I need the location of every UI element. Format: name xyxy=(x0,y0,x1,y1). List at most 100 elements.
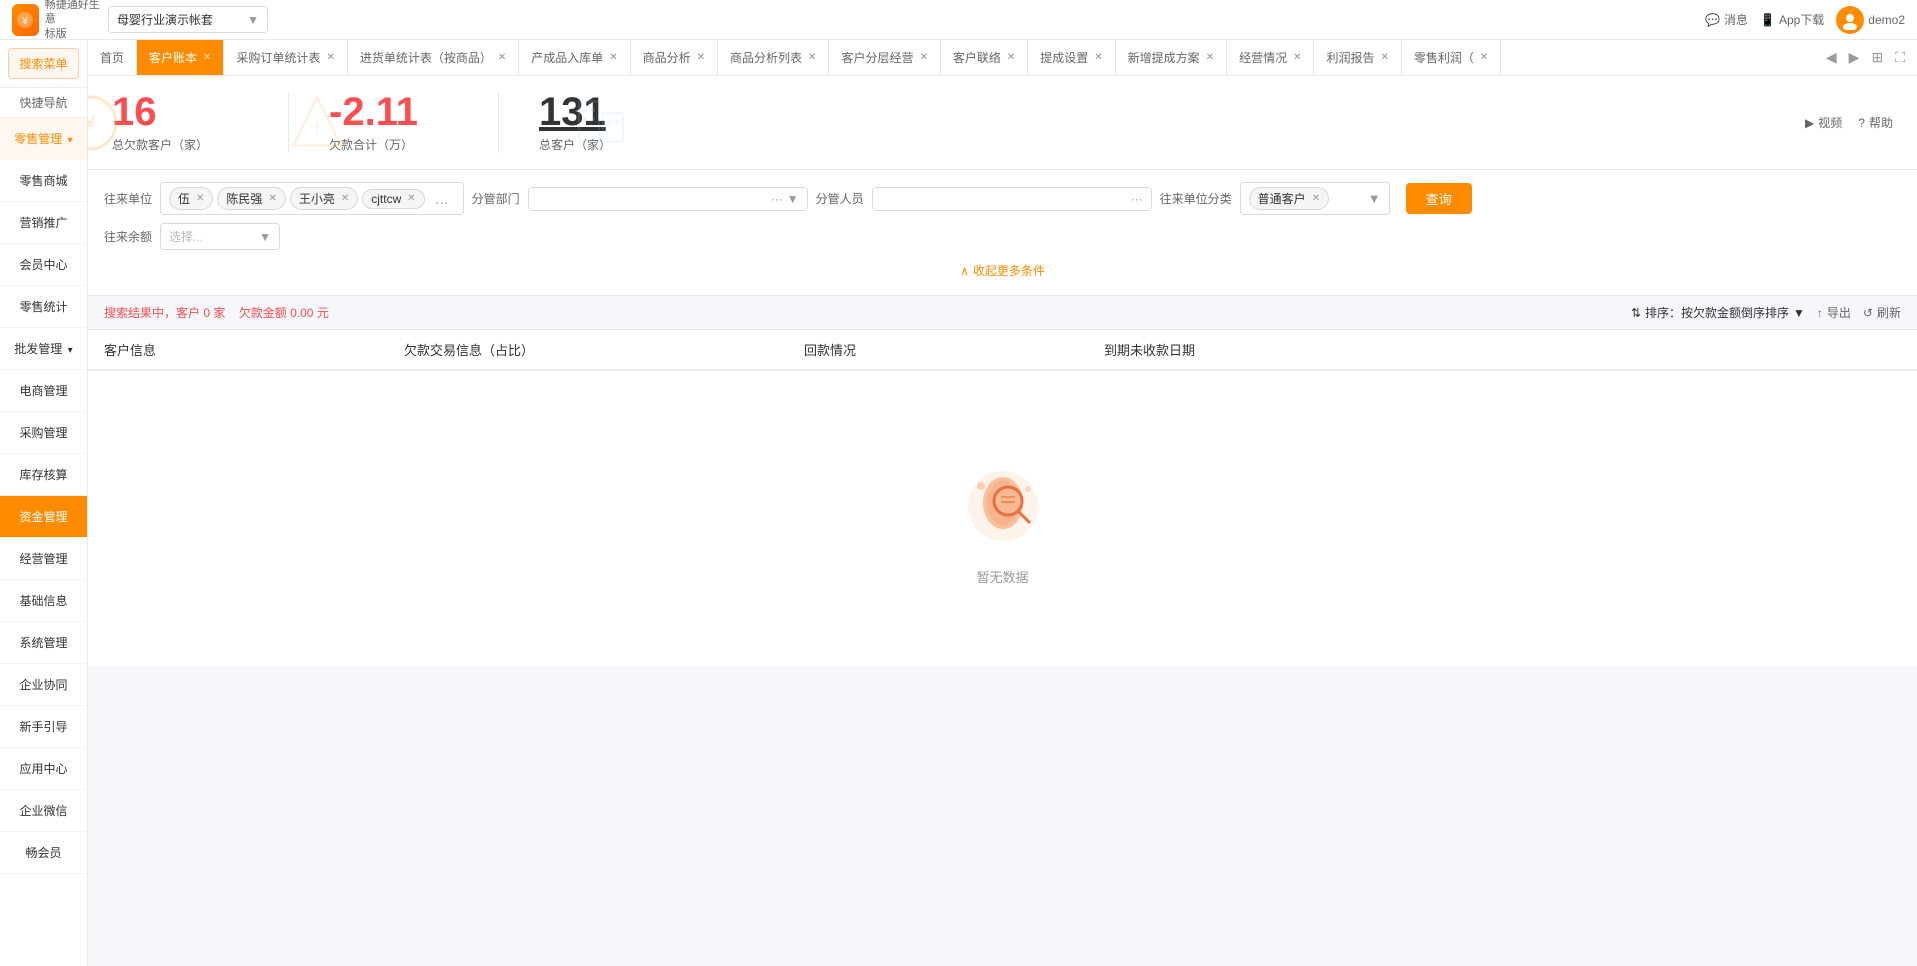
sidebar-search-area: 搜索菜单 xyxy=(0,40,87,88)
tab-promotion-settings[interactable]: 提成设置 ✕ xyxy=(1028,40,1115,76)
chevron-icon: ▾ xyxy=(68,135,73,146)
tag-close-wang[interactable]: ✕ xyxy=(341,193,349,204)
sidebar-item-wechat[interactable]: 企业微信 xyxy=(0,790,87,832)
tag-close-chen[interactable]: ✕ xyxy=(268,193,276,204)
tab-close-icon[interactable]: ✕ xyxy=(1206,52,1214,63)
category-filter-label: 往来单位分类 xyxy=(1160,190,1232,207)
tab-close-icon[interactable]: ✕ xyxy=(919,52,927,63)
stats-help-area: ▶ 视频 ? 帮助 xyxy=(1805,114,1893,131)
tab-close-icon[interactable]: ✕ xyxy=(326,52,334,63)
tab-close-icon[interactable]: ✕ xyxy=(1381,52,1389,63)
tab-customer-account[interactable]: 客户账本 ✕ xyxy=(137,40,224,76)
sidebar-item-member-center[interactable]: 会员中心 xyxy=(0,244,87,286)
tab-profit-report[interactable]: 利润报告 ✕ xyxy=(1314,40,1401,76)
export-button[interactable]: ↑ 导出 xyxy=(1817,304,1851,321)
balance-filter-select[interactable]: 选择... ▼ xyxy=(160,223,280,250)
sidebar-item-capital-mgmt[interactable]: 资金管理 xyxy=(0,496,87,538)
empty-state: 暂无数据 xyxy=(88,371,1917,666)
dept-dots[interactable]: ··· xyxy=(771,192,783,206)
table-header: 客户信息 欠款交易信息（占比） 回款情况 到期未收款日期 xyxy=(88,330,1917,371)
tab-close-icon[interactable]: ✕ xyxy=(498,52,506,63)
user-avatar-area[interactable]: demo2 xyxy=(1836,6,1905,34)
dept-filter-select[interactable]: ··· ▼ xyxy=(528,187,808,211)
refresh-icon: ↺ xyxy=(1863,306,1873,320)
sidebar-item-basic-info[interactable]: 基础信息 xyxy=(0,580,87,622)
tab-close-icon[interactable]: ✕ xyxy=(1293,52,1301,63)
tab-home[interactable]: 首页 xyxy=(88,40,137,76)
tab-customer-tier[interactable]: 客户分层经营 ✕ xyxy=(829,40,940,76)
tab-product-analysis-list[interactable]: 商品分析列表 ✕ xyxy=(718,40,829,76)
refresh-button[interactable]: ↺ 刷新 xyxy=(1863,304,1901,321)
sort-select[interactable]: ⇅ 排序：按欠款金额倒序排序 ▼ xyxy=(1631,304,1805,321)
search-menu-button[interactable]: 搜索菜单 xyxy=(8,48,79,79)
person-dots[interactable]: ··· xyxy=(1131,192,1143,206)
mobile-icon: 📱 xyxy=(1760,13,1775,27)
sidebar-item-ops-mgmt[interactable]: 经营管理 xyxy=(0,538,87,580)
sidebar-item-retail-mall[interactable]: 零售商城 xyxy=(0,160,87,202)
sort-chevron: ▼ xyxy=(1793,306,1805,320)
tab-purchase-stats[interactable]: 进货单统计表（按商品） ✕ xyxy=(348,40,519,76)
category-chevron: ▼ xyxy=(1368,191,1381,206)
top-bar-right: 💬 消息 📱 App下载 demo2 xyxy=(1705,6,1905,34)
sidebar-item-sys-mgmt[interactable]: 系统管理 xyxy=(0,622,87,664)
tab-actions: ◀ ▶ ⊞ ⛶ xyxy=(1814,47,1917,68)
sidebar-item-retail-mgmt[interactable]: 零售管理 ▾ xyxy=(0,118,87,160)
tag-close-wu[interactable]: ✕ xyxy=(196,193,204,204)
sidebar-item-app-center[interactable]: 应用中心 xyxy=(0,748,87,790)
logo-icon: ¥ xyxy=(12,4,39,36)
tab-close-icon[interactable]: ✕ xyxy=(697,52,705,63)
sidebar-item-batch-mgmt[interactable]: 批发管理 ▾ xyxy=(0,328,87,370)
more-tags-button[interactable]: … xyxy=(429,189,455,209)
tab-close-icon[interactable]: ✕ xyxy=(808,52,816,63)
collapse-button[interactable]: ∧ 收起更多条件 xyxy=(948,258,1057,283)
tab-next-button[interactable]: ▶ xyxy=(1845,47,1864,68)
sidebar-item-member[interactable]: 畅会员 xyxy=(0,832,87,874)
balance-filter-label: 往来余额 xyxy=(104,228,152,245)
help-button[interactable]: ? 帮助 xyxy=(1858,114,1893,131)
svg-text:¥: ¥ xyxy=(88,112,96,134)
unit-tag-chen: 陈民强 ✕ xyxy=(217,187,285,210)
tab-retail-profit[interactable]: 零售利润（ ✕ xyxy=(1402,40,1501,76)
table-area: 客户信息 欠款交易信息（占比） 回款情况 到期未收款日期 xyxy=(88,330,1917,666)
tab-customer-contact[interactable]: 客户联络 ✕ xyxy=(941,40,1028,76)
tab-product-analysis[interactable]: 商品分析 ✕ xyxy=(631,40,718,76)
person-filter-select[interactable]: ··· xyxy=(872,187,1152,211)
tab-new-promotion[interactable]: 新增提成方案 ✕ xyxy=(1116,40,1227,76)
sidebar-item-marketing[interactable]: 营销推广 xyxy=(0,202,87,244)
total-customers-value: 16 xyxy=(112,92,208,132)
tag-close-cjttcw[interactable]: ✕ xyxy=(407,193,415,204)
video-button[interactable]: ▶ 视频 xyxy=(1805,114,1842,131)
sidebar: 搜索菜单 快捷导航 零售管理 ▾ 零售商城 营销推广 会员中心 零售统计 批发管… xyxy=(0,40,88,966)
stat-overdue-amount: ! -2.11 欠款合计（万） xyxy=(329,92,499,153)
tab-close-icon[interactable]: ✕ xyxy=(1094,52,1102,63)
tab-ops-situation[interactable]: 经营情况 ✕ xyxy=(1227,40,1314,76)
tab-close-icon[interactable]: ✕ xyxy=(1480,52,1488,63)
system-selector[interactable]: 母婴行业演示帐套 ▼ xyxy=(108,6,268,33)
tab-expand-button[interactable]: ⊞ xyxy=(1867,47,1887,68)
tab-close-icon[interactable]: ✕ xyxy=(203,52,211,63)
tab-product-entry[interactable]: 产成品入库单 ✕ xyxy=(519,40,630,76)
svg-text:¥: ¥ xyxy=(22,16,29,27)
sidebar-item-new-guide[interactable]: 新手引导 xyxy=(0,706,87,748)
sidebar-item-ecommerce[interactable]: 电商管理 xyxy=(0,370,87,412)
app-download-action[interactable]: 📱 App下载 xyxy=(1760,11,1824,28)
avatar xyxy=(1836,6,1864,34)
unit-tag-cjttcw: cjttcw ✕ xyxy=(362,189,424,209)
sidebar-item-enterprise[interactable]: 企业协同 xyxy=(0,664,87,706)
message-action[interactable]: 💬 消息 xyxy=(1705,11,1748,28)
tab-close-icon[interactable]: ✕ xyxy=(609,52,617,63)
sidebar-item-purchase[interactable]: 采购管理 xyxy=(0,412,87,454)
tab-close-icon[interactable]: ✕ xyxy=(1007,52,1015,63)
results-bar: 搜索结果中，客户 0 家 欠款金额 0.00 元 ⇅ 排序：按欠款金额倒序排序 … xyxy=(88,296,1917,330)
sidebar-item-inventory[interactable]: 库存核算 xyxy=(0,454,87,496)
tag-close-category[interactable]: ✕ xyxy=(1312,193,1320,204)
query-button[interactable]: 查询 xyxy=(1406,183,1472,214)
quick-nav-button[interactable]: 快捷导航 xyxy=(0,88,87,118)
tab-prev-button[interactable]: ◀ xyxy=(1822,47,1841,68)
unit-filter-input[interactable]: 伍 ✕ 陈民强 ✕ 王小亮 ✕ cjttcw ✕ xyxy=(160,182,464,215)
category-filter-select[interactable]: 普通客户 ✕ ▼ xyxy=(1240,182,1390,215)
category-tag-normal: 普通客户 ✕ xyxy=(1249,187,1329,210)
tab-purchase-order-stats[interactable]: 采购订单统计表 ✕ xyxy=(224,40,347,76)
tab-fullscreen-button[interactable]: ⛶ xyxy=(1891,47,1909,68)
sidebar-item-retail-stats[interactable]: 零售统计 xyxy=(0,286,87,328)
